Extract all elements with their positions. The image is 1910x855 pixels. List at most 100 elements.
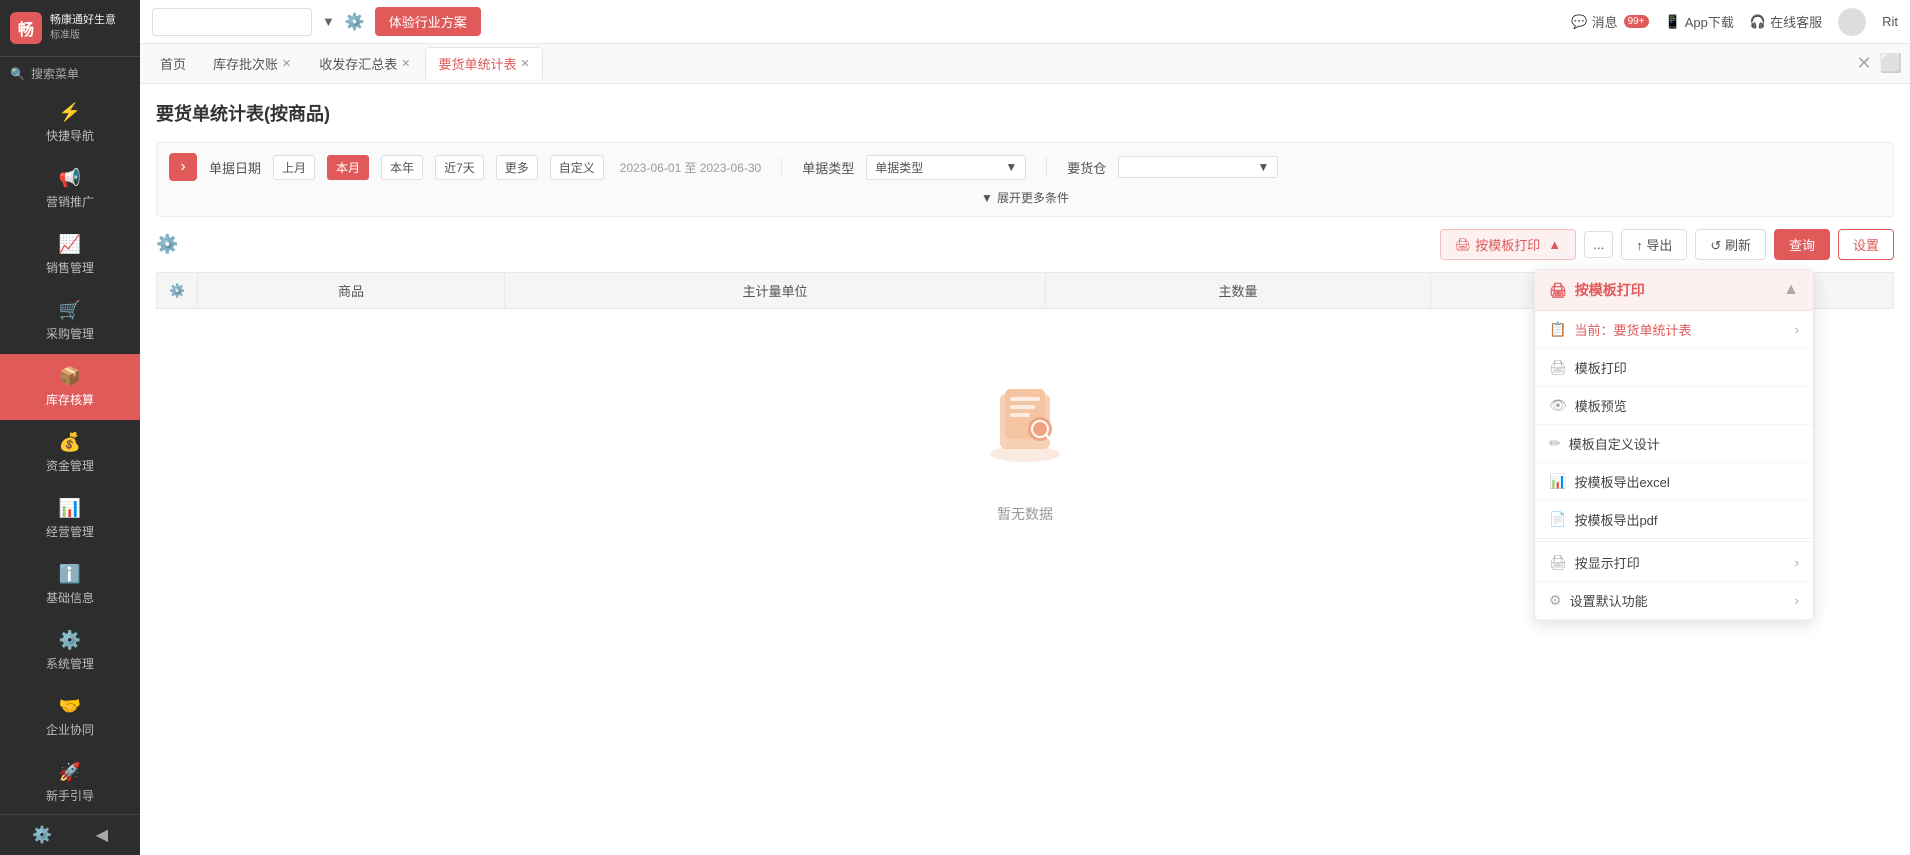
- sidebar-search-label: 搜索菜单: [31, 65, 79, 82]
- more-options-button[interactable]: ...: [1584, 231, 1613, 258]
- refresh-button[interactable]: ↺ 刷新: [1695, 229, 1766, 260]
- print-dropdown-close-button[interactable]: ▲: [1783, 281, 1799, 299]
- set-default-label: 设置默认功能: [1570, 591, 1648, 610]
- sidebar-item-quick-nav[interactable]: ⚡ 快捷导航: [0, 90, 140, 156]
- export-button[interactable]: ↑ 导出: [1621, 229, 1687, 260]
- print-template-button[interactable]: 🖨 按模板打印 ▲: [1440, 229, 1576, 260]
- filter-expand-row: ▼ 展开更多条件: [169, 189, 1881, 206]
- main-area: ▼ ⚙️ 体验行业方案 💬 消息 99+ 📱 App下载 🎧 在线客服 Rit …: [140, 0, 1910, 855]
- print-dropdown-display-print[interactable]: 🖨 按显示打印 ›: [1535, 544, 1813, 582]
- collapse-icon[interactable]: ◀: [96, 825, 108, 845]
- sidebar-item-marketing[interactable]: 📢 营销推广: [0, 156, 140, 222]
- tab-close-icon[interactable]: ✕: [521, 57, 530, 70]
- sidebar-item-inventory[interactable]: 📦 库存核算: [0, 354, 140, 420]
- print-dropdown-set-default[interactable]: ⚙ 设置默认功能 ›: [1535, 582, 1813, 620]
- template-preview-label: 模板预览: [1575, 396, 1627, 415]
- topbar-message[interactable]: 💬 消息 99+: [1571, 12, 1648, 31]
- type-select-value: 单据类型: [875, 159, 923, 176]
- topbar-dropdown-icon[interactable]: ▼: [322, 14, 335, 29]
- date-range-display: 2023-06-01 至 2023-06-30: [620, 159, 761, 176]
- sidebar-item-system[interactable]: ⚙️ 系统管理: [0, 618, 140, 684]
- sidebar-item-finance[interactable]: 💰 资金管理: [0, 420, 140, 486]
- print-dropdown-template-print[interactable]: 🖨 模板打印: [1535, 349, 1813, 387]
- filter-expand-toggle[interactable]: ▼ 展开更多条件: [981, 189, 1069, 206]
- type-filter-select[interactable]: 单据类型 ▼: [866, 155, 1026, 180]
- tab-home[interactable]: 首页: [148, 48, 198, 79]
- sidebar-item-guide[interactable]: 🚀 新手引导: [0, 750, 140, 814]
- table-column-settings-icon[interactable]: ⚙️: [169, 283, 185, 298]
- print-current-label: 当前：要货单统计表: [1574, 320, 1691, 339]
- window-expand-icon[interactable]: ⬜: [1880, 53, 1902, 74]
- goods-filter-select[interactable]: ▼: [1118, 156, 1278, 178]
- page-title: 要货单统计表(按商品): [156, 100, 1894, 126]
- sidebar-item-label: 新手引导: [46, 787, 94, 804]
- window-close-icon[interactable]: ✕: [1856, 53, 1871, 74]
- print-dropdown-template-preview[interactable]: 👁 模板预览: [1535, 387, 1813, 425]
- table-header-goods: 商品: [198, 273, 505, 309]
- filter-bar: › 单据日期 上月 本月 本年 近7天 更多 自定义 2023-06-01 至 …: [156, 142, 1894, 217]
- empty-icon: [975, 369, 1075, 488]
- trial-button[interactable]: 体验行业方案: [375, 7, 481, 36]
- search-icon: 🔍: [10, 67, 25, 81]
- settings-icon[interactable]: ⚙️: [32, 825, 52, 845]
- message-badge: 99+: [1624, 15, 1649, 28]
- filter-expand-btn[interactable]: ›: [169, 153, 197, 181]
- table-header-quantity: 主数量: [1046, 273, 1431, 309]
- sidebar-item-label: 快捷导航: [46, 127, 94, 144]
- tab-close-icon[interactable]: ✕: [401, 57, 410, 70]
- topbar-gear-icon[interactable]: ⚙️: [345, 12, 365, 32]
- topbar-search-input[interactable]: [152, 8, 312, 36]
- sidebar-item-label: 系统管理: [46, 655, 94, 672]
- current-arrow-icon: ›: [1795, 322, 1799, 337]
- goods-filter-label: 要货仓: [1067, 158, 1106, 177]
- app-name: 畅康通好生意: [50, 13, 116, 28]
- print-dropdown-title: 🖨 按模板打印: [1549, 280, 1645, 300]
- sidebar-item-label: 资金管理: [46, 457, 94, 474]
- filter-divider: [781, 157, 782, 177]
- operation-icon: 📊: [59, 498, 81, 519]
- print-dropdown-export-excel[interactable]: 📊 按模板导出excel: [1535, 463, 1813, 501]
- settings-button[interactable]: 设置: [1838, 229, 1894, 260]
- sidebar-search[interactable]: 🔍 搜索菜单: [0, 57, 140, 90]
- topbar-online-service[interactable]: 🎧 在线客服: [1750, 12, 1822, 31]
- template-print-label: 模板打印: [1575, 358, 1627, 377]
- print-dropdown-template-design[interactable]: ✏ 模板自定义设计: [1535, 425, 1813, 463]
- date-btn-this-month[interactable]: 本月: [327, 155, 369, 180]
- sidebar-item-basic[interactable]: ℹ️ 基础信息: [0, 552, 140, 618]
- sidebar-item-purchase[interactable]: 🛒 采购管理: [0, 288, 140, 354]
- topbar-avatar[interactable]: [1838, 8, 1866, 36]
- sidebar-item-label: 销售管理: [46, 259, 94, 276]
- sidebar-item-operation[interactable]: 📊 经营管理: [0, 486, 140, 552]
- date-btn-more[interactable]: 更多: [496, 155, 538, 180]
- tab-receive-send[interactable]: 收发存汇总表 ✕: [306, 47, 423, 80]
- tab-requisition-stats[interactable]: 要货单统计表 ✕: [425, 47, 542, 80]
- table-gear-icon[interactable]: ⚙️: [156, 234, 178, 255]
- filter-divider2: [1046, 157, 1047, 177]
- print-dropdown-current[interactable]: 📋 当前：要货单统计表 ›: [1535, 311, 1813, 349]
- print-dropdown-header: 🖨 按模板打印 ▲: [1535, 270, 1813, 311]
- export-excel-label: 按模板导出excel: [1574, 472, 1669, 491]
- sidebar-item-sales[interactable]: 📈 销售管理: [0, 222, 140, 288]
- type-select-arrow: ▼: [1005, 160, 1017, 174]
- date-btn-this-year[interactable]: 本年: [381, 155, 423, 180]
- date-btn-7days[interactable]: 近7天: [435, 155, 484, 180]
- export-icon: ↑: [1636, 238, 1643, 253]
- print-dropdown-title-text: 按模板打印: [1575, 280, 1645, 300]
- sidebar-item-enterprise[interactable]: 🤝 企业协同: [0, 684, 140, 750]
- print-dropdown-menu: 🖨 按模板打印 ▲ 📋 当前：要货单统计表 ›: [1534, 269, 1814, 621]
- date-btn-last-month[interactable]: 上月: [273, 155, 315, 180]
- expand-label: 展开更多条件: [997, 189, 1069, 206]
- tab-label: 要货单统计表: [438, 54, 516, 73]
- query-button[interactable]: 查询: [1774, 229, 1830, 260]
- enterprise-icon: 🤝: [59, 696, 81, 717]
- tab-inventory-batch[interactable]: 库存批次账 ✕: [200, 47, 304, 80]
- export-pdf-icon: 📄: [1549, 511, 1566, 528]
- topbar-username: Rit: [1882, 14, 1898, 29]
- date-btn-custom[interactable]: 自定义: [550, 155, 604, 180]
- guide-icon: 🚀: [59, 762, 81, 783]
- filter-row-1: › 单据日期 上月 本月 本年 近7天 更多 自定义 2023-06-01 至 …: [169, 153, 1881, 181]
- tab-close-icon[interactable]: ✕: [282, 57, 291, 70]
- tab-label: 收发存汇总表: [319, 54, 397, 73]
- print-dropdown-export-pdf[interactable]: 📄 按模板导出pdf: [1535, 501, 1813, 539]
- topbar-app-download[interactable]: 📱 App下载: [1665, 12, 1734, 31]
